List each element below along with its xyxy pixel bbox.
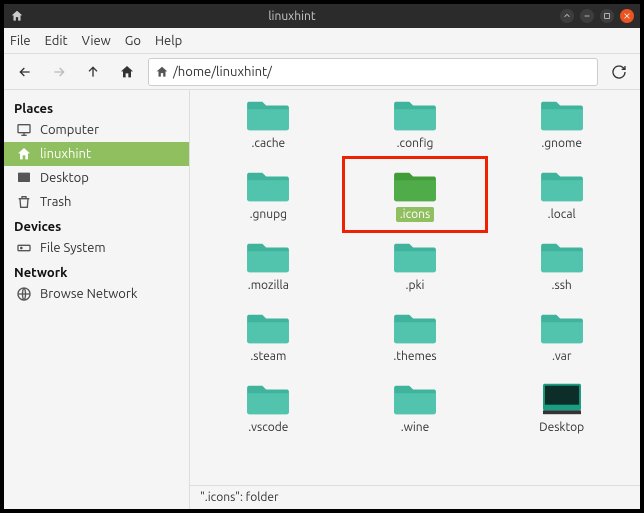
sidebar-item-home[interactable]: linuxhint xyxy=(4,142,189,166)
drive-icon xyxy=(16,240,32,256)
folder-item[interactable]: .config xyxy=(347,90,484,157)
home-icon xyxy=(16,146,32,162)
sidebar-item-label: linuxhint xyxy=(40,147,91,161)
menu-go[interactable]: Go xyxy=(125,34,141,48)
folder-label: .icons xyxy=(396,207,435,222)
home-button[interactable] xyxy=(114,59,140,85)
sidebar: Places Computer linuxhint Desktop Trash … xyxy=(4,90,190,509)
folder-label: .pki xyxy=(402,278,429,293)
sidebar-item-label: Computer xyxy=(40,123,99,137)
menubar: File Edit View Go Help xyxy=(4,28,640,54)
trash-icon xyxy=(16,194,32,210)
close-button[interactable] xyxy=(620,9,634,23)
folder-item[interactable]: .local xyxy=(493,161,630,228)
folder-label: .cache xyxy=(247,136,289,151)
folder-label: .wine xyxy=(397,420,434,435)
folder-item[interactable]: .gnome xyxy=(493,90,630,157)
path-input[interactable]: /home/linuxhint/ xyxy=(148,58,598,86)
main-pane: .cache .config .gnome .gnupg .icons .local .mo… xyxy=(190,90,640,509)
home-icon xyxy=(10,9,24,23)
menu-help[interactable]: Help xyxy=(155,34,182,48)
folder-label: Desktop xyxy=(535,420,588,435)
folder-item[interactable]: .gnupg xyxy=(200,161,337,228)
path-text: /home/linuxhint/ xyxy=(173,65,272,79)
sidebar-devices-head: Devices xyxy=(4,214,189,236)
folder-label: .mozilla xyxy=(244,278,293,293)
body: Places Computer linuxhint Desktop Trash … xyxy=(4,90,640,509)
folder-label: .themes xyxy=(389,349,440,364)
sidebar-item-label: Desktop xyxy=(40,171,89,185)
folder-label: .var xyxy=(548,349,575,364)
sidebar-places-head: Places xyxy=(4,96,189,118)
desktop-icon xyxy=(16,170,32,186)
folder-item[interactable]: .icons xyxy=(347,161,484,228)
folder-item[interactable]: .mozilla xyxy=(200,232,337,299)
file-manager-window: linuxhint File Edit View Go Help /home/l… xyxy=(4,4,640,509)
sidebar-item-label: Browse Network xyxy=(40,287,137,301)
sidebar-item-filesystem[interactable]: File System xyxy=(4,236,189,260)
menu-file[interactable]: File xyxy=(10,34,31,48)
menu-edit[interactable]: Edit xyxy=(45,34,68,48)
path-home-icon xyxy=(155,65,169,79)
toolbar: /home/linuxhint/ xyxy=(4,54,640,90)
folder-label: .vscode xyxy=(244,420,292,435)
sidebar-item-browse-network[interactable]: Browse Network xyxy=(4,282,189,306)
menu-view[interactable]: View xyxy=(82,34,111,48)
folder-grid[interactable]: .cache .config .gnome .gnupg .icons .local .mo… xyxy=(190,90,640,485)
maximize-button[interactable] xyxy=(600,9,614,23)
folder-item[interactable]: .cache xyxy=(200,90,337,157)
restore-button[interactable] xyxy=(560,9,574,23)
monitor-icon xyxy=(16,122,32,138)
sidebar-item-trash[interactable]: Trash xyxy=(4,190,189,214)
network-icon xyxy=(16,286,32,302)
folder-item[interactable]: .pki xyxy=(347,232,484,299)
folder-item[interactable]: .var xyxy=(493,303,630,370)
folder-label: .steam xyxy=(246,349,290,364)
folder-label: .gnupg xyxy=(246,207,291,222)
folder-item[interactable]: .vscode xyxy=(200,374,337,441)
window-controls xyxy=(560,9,634,23)
status-text: ".icons": folder xyxy=(200,491,279,504)
forward-button[interactable] xyxy=(46,59,72,85)
sidebar-network-head: Network xyxy=(4,260,189,282)
reload-button[interactable] xyxy=(606,59,632,85)
folder-item[interactable]: .ssh xyxy=(493,232,630,299)
folder-label: .gnome xyxy=(537,136,586,151)
back-button[interactable] xyxy=(12,59,38,85)
sidebar-item-computer[interactable]: Computer xyxy=(4,118,189,142)
folder-item[interactable]: .themes xyxy=(347,303,484,370)
sidebar-item-desktop[interactable]: Desktop xyxy=(4,166,189,190)
sidebar-item-label: File System xyxy=(40,241,106,255)
folder-label: .local xyxy=(544,207,580,222)
folder-label: .config xyxy=(393,136,438,151)
status-bar: ".icons": folder xyxy=(190,485,640,509)
up-button[interactable] xyxy=(80,59,106,85)
window-title: linuxhint xyxy=(24,10,560,23)
sidebar-item-label: Trash xyxy=(40,195,71,209)
folder-item[interactable]: .steam xyxy=(200,303,337,370)
minimize-button[interactable] xyxy=(580,9,594,23)
titlebar[interactable]: linuxhint xyxy=(4,4,640,28)
folder-item[interactable]: .wine xyxy=(347,374,484,441)
folder-item[interactable]: Desktop xyxy=(493,374,630,441)
folder-label: .ssh xyxy=(548,278,576,293)
